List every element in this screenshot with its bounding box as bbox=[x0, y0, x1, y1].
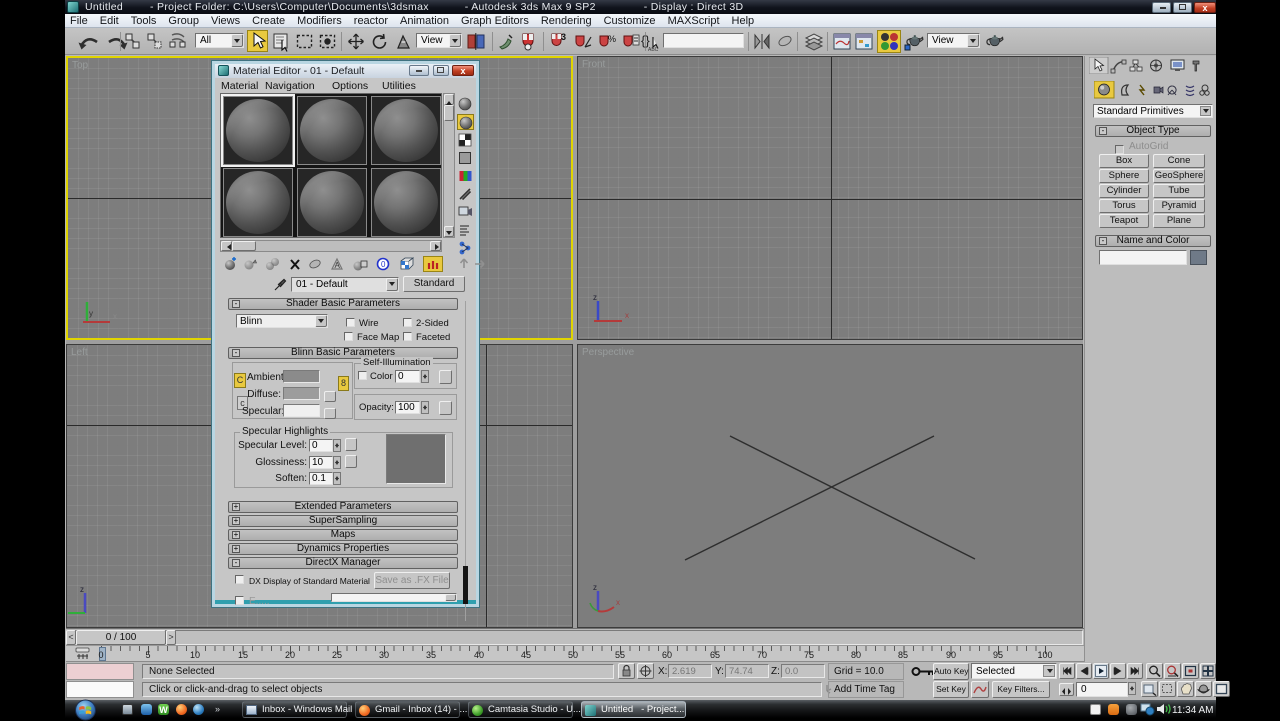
svg-text:0: 0 bbox=[381, 260, 386, 269]
svg-text:3: 3 bbox=[561, 32, 566, 42]
svg-text:%: % bbox=[608, 34, 616, 44]
svg-text:{}: {} bbox=[641, 33, 650, 48]
svg-text:z: z bbox=[593, 293, 597, 302]
svg-text:z: z bbox=[80, 585, 84, 594]
svg-text:x: x bbox=[625, 311, 629, 320]
svg-text:A: A bbox=[335, 261, 341, 270]
svg-text:ABC: ABC bbox=[648, 47, 659, 53]
svg-text:y: y bbox=[89, 309, 93, 318]
svg-text:x: x bbox=[113, 312, 117, 321]
